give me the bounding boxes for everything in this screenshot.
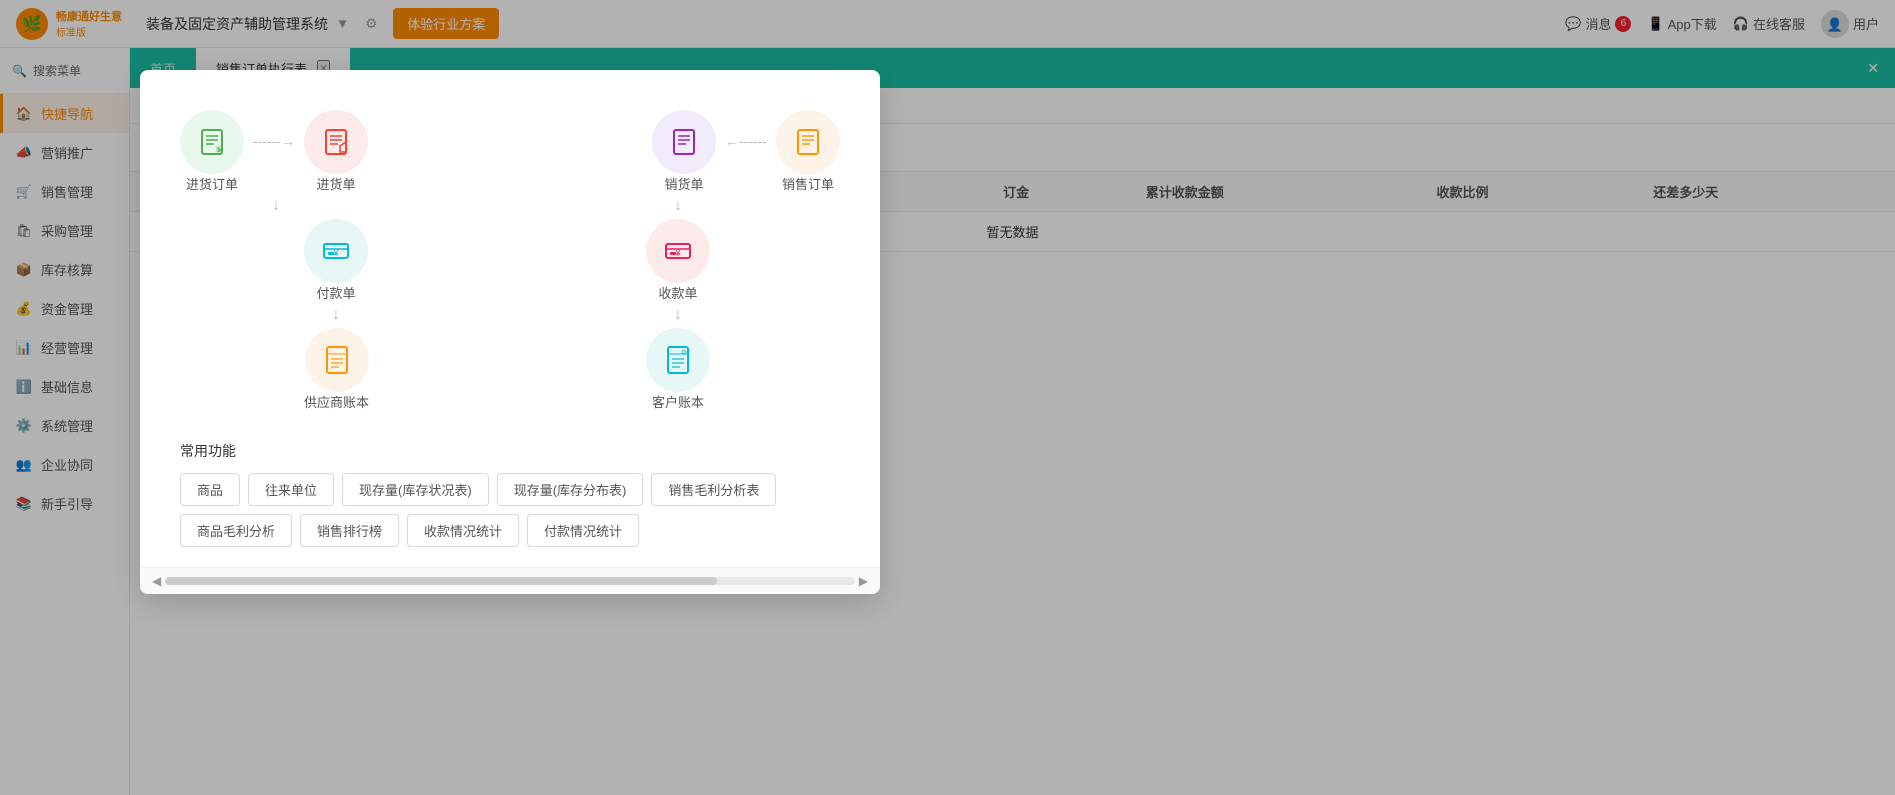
scrollbar-track[interactable] xyxy=(165,577,855,585)
arrow-payment-down: ↓ xyxy=(304,306,368,324)
func-btn-sales-margin[interactable]: 销售毛利分析表 xyxy=(651,473,776,506)
func-btn-product-margin[interactable]: 商品毛利分析 xyxy=(180,514,292,547)
func-btn-receipt-stats[interactable]: 收款情况统计 xyxy=(407,514,519,547)
node-receipt-slip[interactable]: ¥ 收款单 xyxy=(646,219,710,302)
scrollbar-right-btn[interactable]: ▶ xyxy=(859,574,868,588)
func-btn-payment-stats[interactable]: 付款情况统计 xyxy=(527,514,639,547)
func-btn-partner[interactable]: 往来单位 xyxy=(248,473,334,506)
scrollbar-left-btn[interactable]: ◀ xyxy=(152,574,161,588)
arrow-receipt-down: ↓ xyxy=(646,306,710,324)
func-buttons: 商品 往来单位 现存量(库存状况表) 现存量(库存分布表) 销售毛利分析表 商品… xyxy=(180,473,840,547)
arrow-sales-slip-down: ↓ xyxy=(646,197,710,215)
modal-content: 进货订单 ------→ 进货单 xyxy=(140,70,880,567)
func-btn-stock-status[interactable]: 现存量(库存状况表) xyxy=(342,473,489,506)
node-sales-order[interactable]: 销售订单 xyxy=(776,110,840,193)
scrollbar-thumb xyxy=(165,577,717,585)
node-payment-slip[interactable]: ¥ 付款单 xyxy=(304,219,368,302)
arrow-purchase-slip-down: ↓ xyxy=(244,197,308,215)
func-btn-stock-dist[interactable]: 现存量(库存分布表) xyxy=(497,473,644,506)
modal-box: 进货订单 ------→ 进货单 xyxy=(140,70,880,594)
arrow-purchase-order-to-slip: ------→ xyxy=(244,133,304,171)
common-functions-title: 常用功能 xyxy=(180,441,840,461)
modal-scrollbar: ◀ ▶ xyxy=(140,567,880,594)
svg-text:¥: ¥ xyxy=(332,248,339,258)
arrow-sales-order-to-slip: ←------ xyxy=(716,133,776,171)
common-functions: 常用功能 商品 往来单位 现存量(库存状况表) 现存量(库存分布表) 销售毛利分… xyxy=(180,441,840,547)
func-btn-sales-rank[interactable]: 销售排行榜 xyxy=(300,514,399,547)
node-purchase-slip[interactable]: 进货单 xyxy=(304,110,368,193)
func-btn-product[interactable]: 商品 xyxy=(180,473,240,506)
node-purchase-order[interactable]: 进货订单 xyxy=(180,110,244,193)
flow-diagram: 进货订单 ------→ 进货单 xyxy=(180,100,840,431)
node-supplier-ledger[interactable]: 供应商账本 xyxy=(304,328,369,411)
node-sales-slip[interactable]: 销货单 xyxy=(652,110,716,193)
modal-overlay[interactable]: 进货订单 ------→ 进货单 xyxy=(0,0,1895,795)
node-customer-ledger[interactable]: 客户账本 xyxy=(646,328,710,411)
svg-text:¥: ¥ xyxy=(674,248,681,258)
